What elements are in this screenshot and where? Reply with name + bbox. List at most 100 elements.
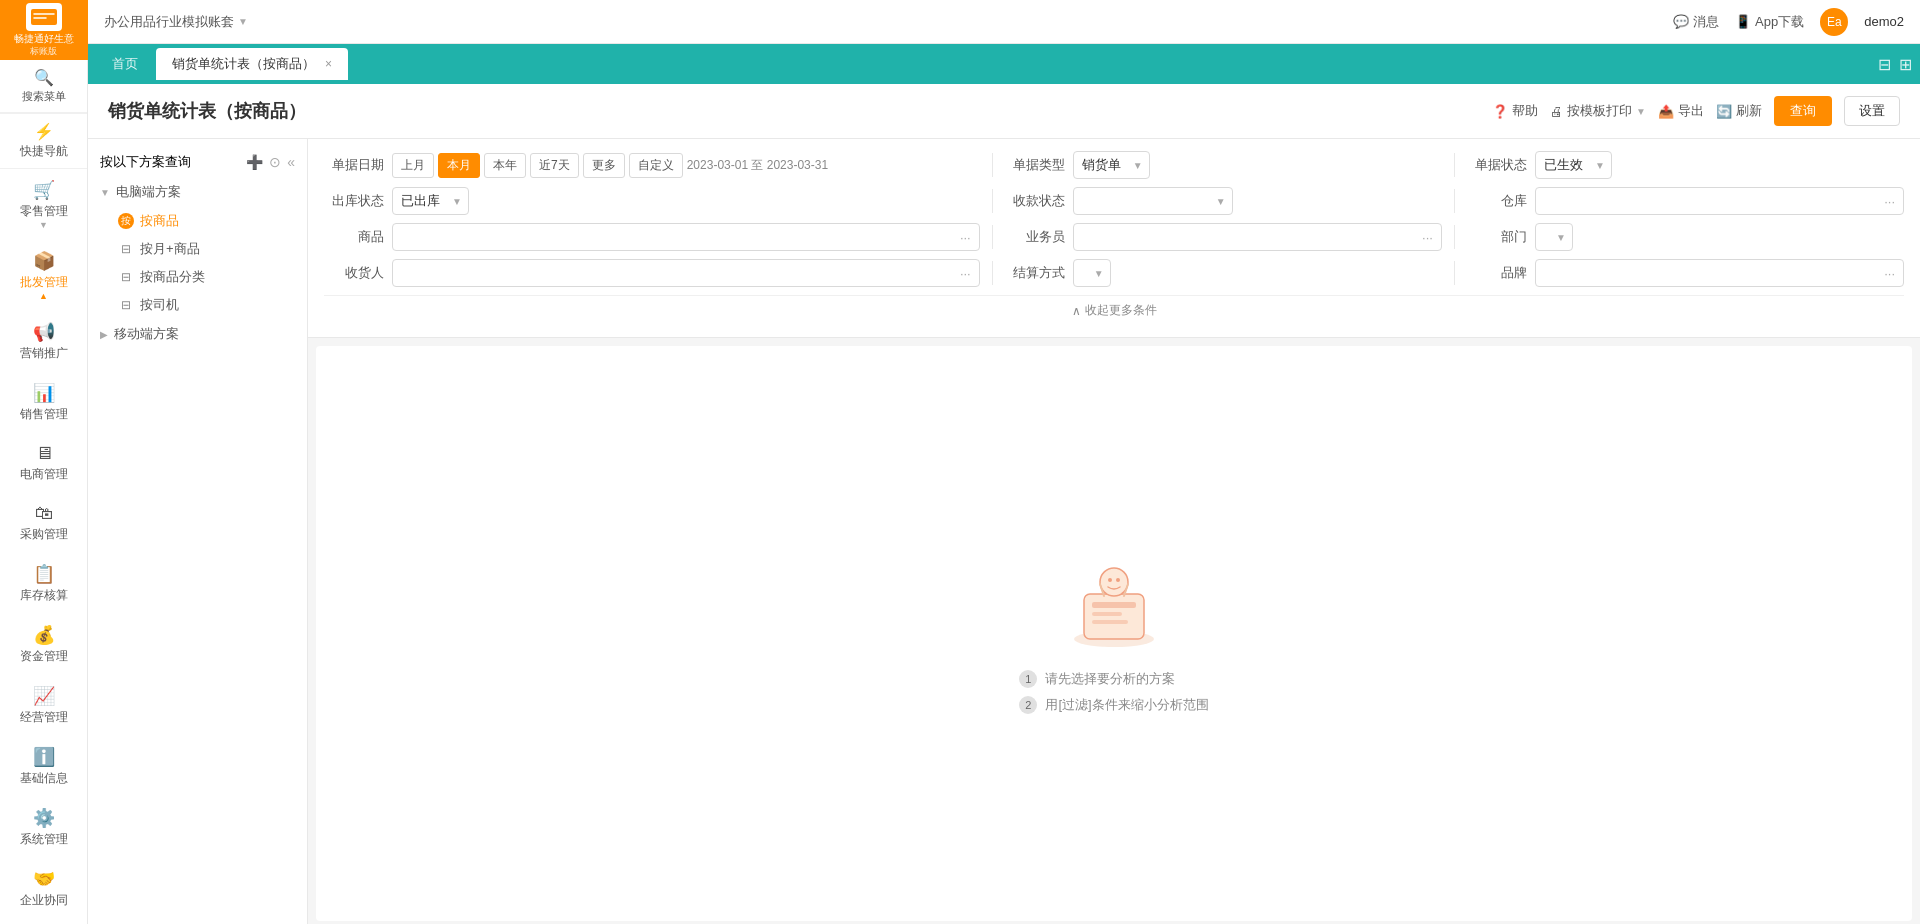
tab-active[interactable]: 销货单统计表（按商品） × bbox=[156, 48, 348, 80]
quicknav-button[interactable]: ⚡ 快捷导航 bbox=[20, 122, 68, 160]
sidebar-item-operations[interactable]: 📈 经营管理 bbox=[0, 675, 87, 736]
sidebar-item-purchase[interactable]: 🛍 采购管理 bbox=[0, 493, 87, 553]
tab-close-button[interactable]: × bbox=[325, 57, 332, 71]
date-btn-custom[interactable]: 自定义 bbox=[629, 153, 683, 178]
basic-label: 基础信息 bbox=[20, 770, 68, 787]
collapse-panel-button[interactable]: « bbox=[287, 154, 295, 170]
doctype-label: 单据类型 bbox=[1005, 156, 1065, 174]
quicknav-label: 快捷导航 bbox=[20, 143, 68, 160]
settings-label: 设置 bbox=[1859, 103, 1885, 118]
tab-minimize-button[interactable]: ⊟ bbox=[1878, 55, 1891, 74]
tree-group-mobile-label: 移动端方案 bbox=[114, 325, 179, 343]
help-button[interactable]: ❓ 帮助 bbox=[1492, 102, 1538, 120]
tree-group-desktop[interactable]: ▼ 电脑端方案 bbox=[88, 177, 307, 207]
add-scheme-button[interactable]: ➕ bbox=[246, 154, 263, 170]
outstatus-select[interactable]: 已出库 ▼ bbox=[392, 187, 469, 215]
recipient-input[interactable]: ··· bbox=[392, 259, 980, 287]
sidebar-item-retail[interactable]: 🛒 零售管理 ▼ bbox=[0, 169, 87, 240]
svg-rect-2 bbox=[1084, 594, 1144, 639]
collapse-label: 收起更多条件 bbox=[1085, 302, 1157, 319]
dept-chevron-icon: ▼ bbox=[1556, 232, 1566, 243]
salesperson-input[interactable]: ··· bbox=[1073, 223, 1442, 251]
filter-warehouse-item: 仓库 ··· bbox=[1467, 187, 1904, 215]
basic-icon: ℹ️ bbox=[33, 746, 55, 768]
by-category-label: 按商品分类 bbox=[140, 268, 205, 286]
logo-subtext: 标账版 bbox=[30, 45, 57, 58]
settings-button[interactable]: 设置 bbox=[1844, 96, 1900, 126]
chevron-down-icon: ▼ bbox=[238, 16, 248, 27]
industry-selector[interactable]: 办公用品行业模拟账套 ▼ bbox=[104, 13, 248, 31]
empty-tips: 1 请先选择要分析的方案 2 用[过滤]条件来缩小分析范围 bbox=[1019, 670, 1208, 714]
quicknav-section: ⚡ 快捷导航 bbox=[0, 113, 87, 169]
content-area: 按以下方案查询 ➕ ⊙ « ▼ 电脑端方案 按 按商品 bbox=[88, 139, 1920, 924]
purchase-label: 采购管理 bbox=[20, 526, 68, 543]
export-button[interactable]: 📤 导出 bbox=[1658, 102, 1704, 120]
collectstatus-select[interactable]: ▼ bbox=[1073, 187, 1233, 215]
doctype-chevron-icon: ▼ bbox=[1133, 160, 1143, 171]
tree-item-by-goods[interactable]: 按 按商品 bbox=[88, 207, 307, 235]
collapse-filter-button[interactable]: ∧ 收起更多条件 bbox=[324, 295, 1904, 325]
sidebar-item-ecommerce[interactable]: 🖥 电商管理 bbox=[0, 433, 87, 493]
print-label: 按模板打印 bbox=[1567, 102, 1632, 120]
date-label: 单据日期 bbox=[324, 156, 384, 174]
warehouse-input[interactable]: ··· bbox=[1535, 187, 1904, 215]
goods-input[interactable]: ··· bbox=[392, 223, 980, 251]
dept-select[interactable]: ▼ bbox=[1535, 223, 1573, 251]
date-btn-7days[interactable]: 近7天 bbox=[530, 153, 579, 178]
sidebar-item-newbie[interactable]: 🚀 新手引导 bbox=[0, 919, 87, 924]
payment-label: 结算方式 bbox=[1005, 264, 1065, 282]
outstatus-value: 已出库 bbox=[401, 192, 440, 210]
tab-home[interactable]: 首页 bbox=[96, 48, 154, 80]
message-label: 消息 bbox=[1693, 13, 1719, 31]
date-btn-more[interactable]: 更多 bbox=[583, 153, 625, 178]
inventory-label: 库存核算 bbox=[20, 587, 68, 604]
date-btn-this-month[interactable]: 本月 bbox=[438, 153, 480, 178]
doctype-select[interactable]: 销货单 ▼ bbox=[1073, 151, 1150, 179]
purchase-icon: 🛍 bbox=[35, 503, 53, 524]
filter-recipient-item: 收货人 ··· bbox=[324, 259, 980, 287]
brand-input[interactable]: ··· bbox=[1535, 259, 1904, 287]
search-menu-button[interactable]: 🔍 搜索菜单 bbox=[22, 68, 66, 104]
scheme-icon-1: ⊟ bbox=[118, 241, 134, 257]
sidebar-item-inventory[interactable]: 📋 库存核算 bbox=[0, 553, 87, 614]
date-btn-this-year[interactable]: 本年 bbox=[484, 153, 526, 178]
print-button[interactable]: 🖨 按模板打印 ▼ bbox=[1550, 102, 1646, 120]
payment-select[interactable]: ▼ bbox=[1073, 259, 1111, 287]
scheme-icon-2: ⊟ bbox=[118, 269, 134, 285]
right-panel: 单据日期 上月 本月 本年 近7天 更多 自定义 2023-03-01 至 20… bbox=[308, 139, 1920, 924]
date-btn-last-month[interactable]: 上月 bbox=[392, 153, 434, 178]
query-button[interactable]: 查询 bbox=[1774, 96, 1832, 126]
refresh-button[interactable]: 🔄 刷新 bbox=[1716, 102, 1762, 120]
sidebar-item-basic[interactable]: ℹ️ 基础信息 bbox=[0, 736, 87, 797]
tab-maximize-button[interactable]: ⊞ bbox=[1899, 55, 1912, 74]
retail-label: 零售管理 bbox=[20, 203, 68, 220]
tree-item-by-category[interactable]: ⊟ 按商品分类 bbox=[88, 263, 307, 291]
username: demo2 bbox=[1864, 14, 1904, 29]
sidebar-item-sales[interactable]: 📊 销售管理 bbox=[0, 372, 87, 433]
avatar[interactable]: Ea bbox=[1820, 8, 1848, 36]
sidebar-item-system[interactable]: ⚙️ 系统管理 bbox=[0, 797, 87, 858]
tree-group-mobile[interactable]: ▶ 移动端方案 bbox=[88, 319, 307, 349]
tree-item-by-driver[interactable]: ⊟ 按司机 bbox=[88, 291, 307, 319]
sidebar-item-collab[interactable]: 🤝 企业协同 bbox=[0, 858, 87, 919]
filter-brand-item: 品牌 ··· bbox=[1467, 259, 1904, 287]
tree-item-by-month-goods[interactable]: ⊟ 按月+商品 bbox=[88, 235, 307, 263]
industry-label: 办公用品行业模拟账套 bbox=[104, 13, 234, 31]
settings-scheme-button[interactable]: ⊙ bbox=[269, 154, 281, 170]
sidebar-item-marketing[interactable]: 📢 营销推广 bbox=[0, 311, 87, 372]
logo-text: 畅捷通好生意 bbox=[14, 33, 74, 45]
query-label: 查询 bbox=[1790, 103, 1816, 118]
sidebar-item-finance[interactable]: 💰 资金管理 bbox=[0, 614, 87, 675]
docstatus-select[interactable]: 已生效 ▼ bbox=[1535, 151, 1612, 179]
sales-label: 销售管理 bbox=[20, 406, 68, 423]
app-download-label: App下载 bbox=[1755, 13, 1804, 31]
finance-label: 资金管理 bbox=[20, 648, 68, 665]
filter-docstatus-item: 单据状态 已生效 ▼ bbox=[1467, 151, 1904, 179]
message-button[interactable]: 💬 消息 bbox=[1673, 13, 1719, 31]
wholesale-label: 批发管理 bbox=[20, 274, 68, 291]
filter-row-2: 出库状态 已出库 ▼ 收款状态 bbox=[324, 187, 1904, 215]
app-download-button[interactable]: 📱 App下载 bbox=[1735, 13, 1804, 31]
warehouse-dots-icon: ··· bbox=[1884, 194, 1895, 209]
inventory-icon: 📋 bbox=[33, 563, 55, 585]
sidebar-item-wholesale[interactable]: 📦 批发管理 ▲ bbox=[0, 240, 87, 311]
